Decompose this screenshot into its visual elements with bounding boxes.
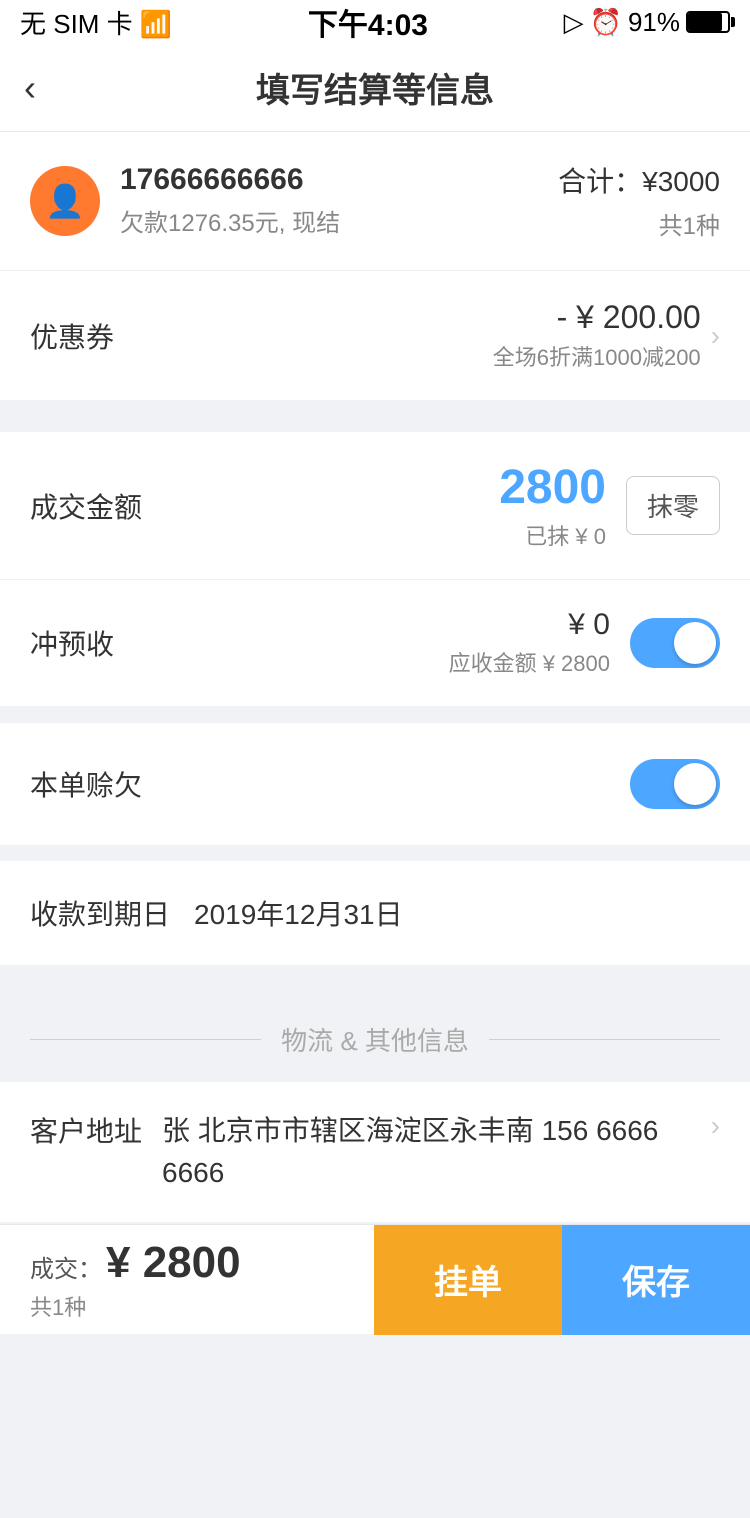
address-section: 客户地址 张 北京市市辖区海淀区永丰南 156 6666 6666 › — [0, 1082, 750, 1222]
page-title: 填写结算等信息 — [256, 63, 494, 112]
coupon-amount: - ¥ 200.00 — [493, 299, 701, 336]
debt-section: 本单赊欠 — [0, 723, 750, 845]
customer-total: 合计：¥3000 共1种 — [558, 160, 720, 241]
transaction-value-col: 2800 已抹 ¥ 0 — [499, 460, 606, 551]
round-zero-button[interactable]: 抹零 — [626, 476, 720, 535]
debt-label: 本单赊欠 — [30, 764, 142, 804]
transaction-amount: 2800 — [499, 460, 606, 515]
transaction-right: 2800 已抹 ¥ 0 抹零 — [499, 460, 720, 551]
battery-percent: 91% — [628, 7, 680, 38]
status-signal: 无 SIM 卡 📶 — [20, 4, 172, 41]
status-battery-area: ▷ ⏰ 91% — [564, 7, 730, 38]
customer-debt: 欠款1276.35元, 现结 — [120, 203, 340, 238]
status-bar: 无 SIM 卡 📶 下午4:03 ▷ ⏰ 91% — [0, 0, 750, 44]
bottom-deal-row: 成交： ¥ 2800 — [30, 1238, 344, 1288]
prepay-toggle[interactable] — [630, 618, 720, 668]
due-date-value: 2019年12月31日 — [194, 893, 403, 933]
bottom-deal-label: 成交： — [30, 1249, 102, 1284]
total-amount: 合计：¥3000 — [558, 160, 720, 200]
debt-row: 本单赊欠 — [0, 723, 750, 845]
total-count: 共1种 — [558, 206, 720, 241]
prepay-sub: 应收金额 ¥ 2800 — [449, 646, 610, 678]
customer-phone: 17666666666 — [120, 163, 340, 197]
logistics-text: 物流 & 其他信息 — [281, 1021, 469, 1058]
transaction-amount-row: 成交金额 2800 已抹 ¥ 0 抹零 — [0, 432, 750, 580]
customer-left: 👤 17666666666 欠款1276.35元, 现结 — [30, 163, 340, 238]
prepay-label: 冲预收 — [30, 623, 114, 663]
divider-3 — [0, 981, 750, 997]
bottom-summary: 成交： ¥ 2800 共1种 — [0, 1238, 374, 1322]
address-label: 客户地址 — [30, 1110, 142, 1150]
address-value: 张 北京市市辖区海淀区永丰南 156 6666 6666 — [162, 1110, 691, 1194]
bottom-bar: 成交： ¥ 2800 共1种 挂单 保存 — [0, 1224, 750, 1334]
prepay-value: ¥ 0 应收金额 ¥ 2800 — [449, 608, 610, 678]
customer-row: 👤 17666666666 欠款1276.35元, 现结 合计：¥3000 共1… — [0, 132, 750, 269]
coupon-right: - ¥ 200.00 全场6折满1000减200 › — [493, 299, 720, 372]
logistics-line-right — [489, 1039, 720, 1040]
location-icon: ▷ — [564, 7, 584, 38]
address-row[interactable]: 客户地址 张 北京市市辖区海淀区永丰南 156 6666 6666 › — [0, 1082, 750, 1222]
coupon-label: 优惠券 — [30, 316, 114, 356]
address-chevron-icon: › — [711, 1110, 720, 1142]
transaction-label: 成交金额 — [30, 486, 142, 526]
customer-section: 👤 17666666666 欠款1276.35元, 现结 合计：¥3000 共1… — [0, 132, 750, 400]
customer-info: 17666666666 欠款1276.35元, 现结 — [120, 163, 340, 238]
prepay-amount: ¥ 0 — [449, 608, 610, 642]
due-date-row: 收款到期日 2019年12月31日 — [0, 861, 750, 965]
status-time: 下午4:03 — [308, 0, 428, 44]
debt-toggle[interactable] — [630, 759, 720, 809]
bottom-amount: ¥ 2800 — [106, 1238, 241, 1288]
back-button[interactable]: ‹ — [24, 67, 36, 109]
bottom-count: 共1种 — [30, 1290, 344, 1322]
pending-button[interactable]: 挂单 — [374, 1225, 562, 1335]
divider-1 — [0, 416, 750, 432]
coupon-desc: 全场6折满1000减200 — [493, 340, 701, 372]
transaction-section: 成交金额 2800 已抹 ¥ 0 抹零 冲预收 ¥ 0 应收金额 ¥ 2800 — [0, 432, 750, 706]
divider-2 — [0, 707, 750, 723]
avatar: 👤 — [30, 166, 100, 236]
save-button[interactable]: 保存 — [562, 1225, 750, 1335]
coupon-value: - ¥ 200.00 全场6折满1000减200 — [493, 299, 701, 372]
battery-icon — [686, 11, 730, 33]
coupon-row[interactable]: 优惠券 - ¥ 200.00 全场6折满1000减200 › — [0, 270, 750, 400]
prepay-right: ¥ 0 应收金额 ¥ 2800 — [449, 608, 720, 678]
due-date-label: 收款到期日 — [30, 893, 170, 933]
chevron-right-icon: › — [711, 320, 720, 352]
logistics-line-left — [30, 1039, 261, 1040]
clock-icon: ⏰ — [590, 7, 622, 38]
nav-bar: ‹ 填写结算等信息 — [0, 44, 750, 132]
logistics-header: 物流 & 其他信息 — [0, 997, 750, 1082]
transaction-sub: 已抹 ¥ 0 — [499, 519, 606, 551]
prepay-row: 冲预收 ¥ 0 应收金额 ¥ 2800 — [0, 580, 750, 706]
